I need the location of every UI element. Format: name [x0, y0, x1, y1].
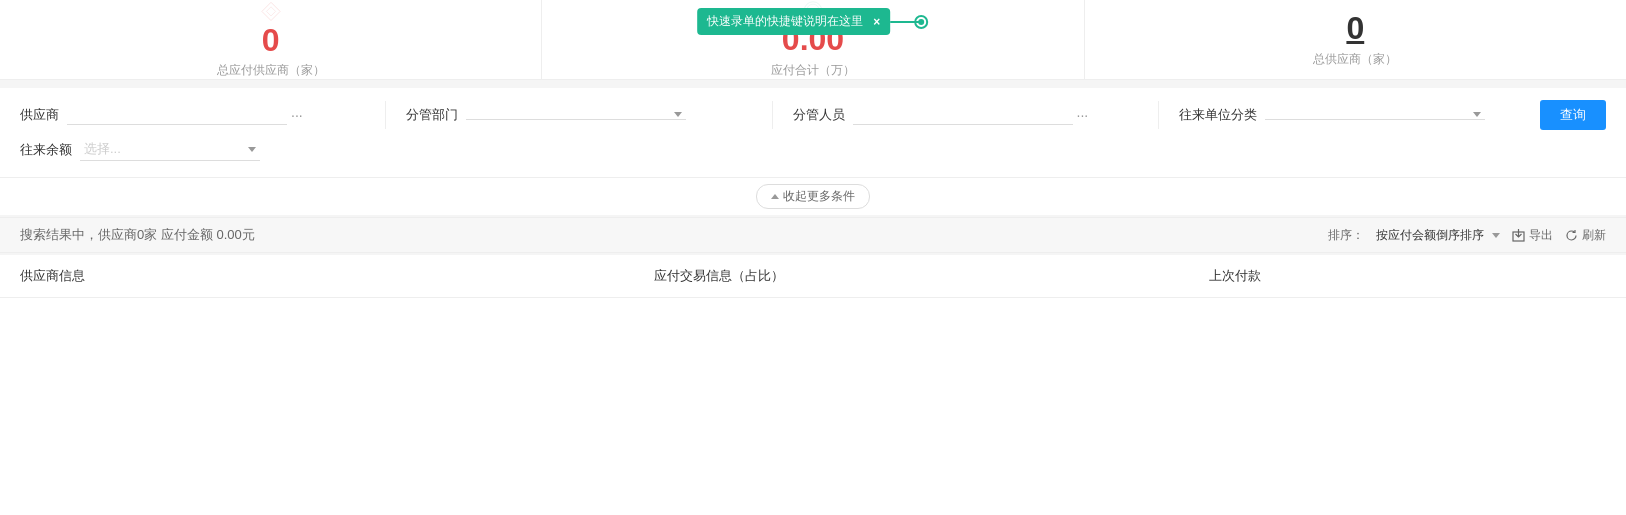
result-actions: 排序： 按应付会额倒序排序 导出 刷新	[1328, 227, 1606, 244]
table-container: 供应商信息 应付交易信息（占比） 上次付款	[0, 255, 1626, 515]
divider-3	[1158, 101, 1159, 129]
table-body	[0, 298, 1626, 515]
stat-card-payable-total: ¥ 0.00 应付合计（万） 快速录单的快捷键说明在这里 ×	[542, 0, 1084, 79]
department-chevron-icon	[674, 112, 682, 117]
unit-category-label: 往来单位分类	[1179, 106, 1257, 124]
filter-balance: 往来余额 选择...	[20, 138, 320, 161]
department-label: 分管部门	[406, 106, 458, 124]
result-info-text: 搜索结果中，供应商0家 应付金额 0.00元	[20, 226, 255, 244]
balance-label: 往来余额	[20, 141, 72, 159]
filter-bar: 供应商 ··· 分管部门 分管人员 ··· 往来单位分类	[0, 88, 1626, 178]
supplier-label: 供应商	[20, 106, 59, 124]
col-header-transaction: 应付交易信息（占比）	[654, 267, 1209, 285]
refresh-icon	[1565, 229, 1578, 242]
supplier-input[interactable]	[67, 105, 287, 125]
tooltip-dot	[916, 17, 926, 27]
query-button[interactable]: 查询	[1540, 100, 1606, 130]
divider-1	[385, 101, 386, 129]
stats-bar: 0 总应付供应商（家） ¥ 0.00 应付合计（万） 快速录单的快捷键说明在这里…	[0, 0, 1626, 80]
person-input[interactable]	[853, 105, 1073, 125]
total-suppliers-label: 总供应商（家）	[1313, 51, 1397, 68]
result-bar: 搜索结果中，供应商0家 应付金额 0.00元 排序： 按应付会额倒序排序 导出 …	[0, 217, 1626, 253]
filter-unit-category: 往来单位分类	[1179, 106, 1524, 124]
person-dots[interactable]: ···	[1077, 107, 1089, 123]
payable-suppliers-number: 0	[262, 23, 280, 58]
person-label: 分管人员	[793, 106, 845, 124]
payable-total-label: 应付合计（万）	[771, 62, 855, 79]
balance-chevron-icon	[248, 147, 256, 152]
collapse-label: 收起更多条件	[783, 188, 855, 205]
collapse-row: 收起更多条件	[0, 178, 1626, 215]
sort-chevron-icon	[1492, 233, 1500, 238]
stat-card-total-suppliers: 0 总供应商（家）	[1085, 0, 1626, 79]
stat-card-payable-suppliers: 0 总应付供应商（家）	[0, 0, 542, 79]
tooltip-text: 快速录单的快捷键说明在这里	[707, 13, 863, 30]
unit-category-chevron-icon	[1473, 112, 1481, 117]
table-header: 供应商信息 应付交易信息（占比） 上次付款	[0, 255, 1626, 298]
unit-category-select[interactable]	[1265, 110, 1485, 120]
balance-value: 选择...	[84, 140, 244, 158]
diamond-icon	[246, 0, 296, 23]
department-select[interactable]	[466, 110, 686, 120]
total-suppliers-number: 0	[1346, 11, 1364, 46]
refresh-label: 刷新	[1582, 227, 1606, 244]
tooltip-close-button[interactable]: ×	[873, 15, 880, 29]
col-header-payment: 上次付款	[1209, 267, 1606, 285]
sort-option-text: 按应付会额倒序排序	[1376, 227, 1484, 244]
col-header-supplier: 供应商信息	[20, 267, 654, 285]
supplier-dots[interactable]: ···	[291, 107, 303, 123]
filter-department: 分管部门	[406, 106, 751, 124]
filter-row-2: 往来余额 选择...	[20, 138, 1606, 161]
export-button[interactable]: 导出	[1512, 227, 1553, 244]
refresh-button[interactable]: 刷新	[1565, 227, 1606, 244]
filter-supplier: 供应商 ···	[20, 105, 365, 125]
export-label: 导出	[1529, 227, 1553, 244]
filter-person: 分管人员 ···	[793, 105, 1138, 125]
sort-label: 排序：	[1328, 227, 1364, 244]
payable-suppliers-label: 总应付供应商（家）	[217, 62, 325, 79]
filter-row-1: 供应商 ··· 分管部门 分管人员 ··· 往来单位分类	[20, 100, 1606, 130]
chevron-up-icon	[771, 194, 779, 199]
export-icon	[1512, 229, 1525, 242]
divider-2	[772, 101, 773, 129]
collapse-button[interactable]: 收起更多条件	[756, 184, 870, 209]
balance-select[interactable]: 选择...	[80, 138, 260, 161]
sort-select[interactable]: 按应付会额倒序排序	[1376, 227, 1500, 244]
tooltip-bubble: 快速录单的快捷键说明在这里 ×	[697, 8, 890, 35]
